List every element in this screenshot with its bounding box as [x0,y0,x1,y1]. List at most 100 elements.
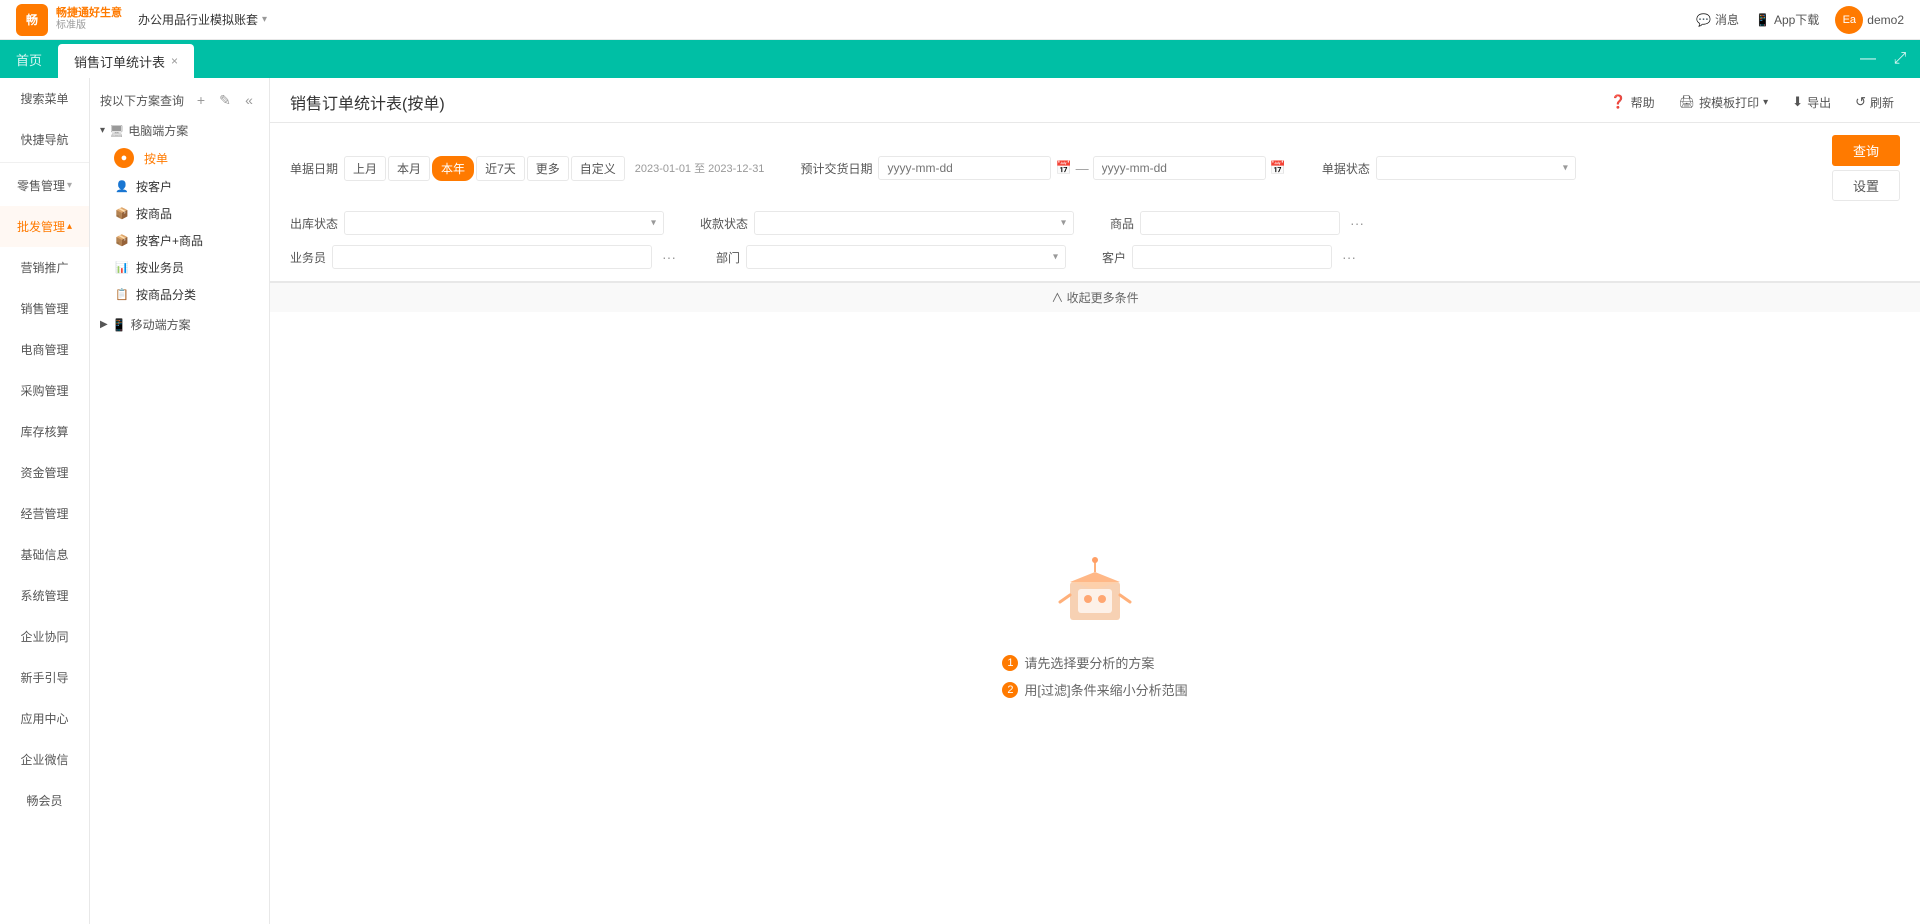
sidebar-search-label: 搜索菜单 [20,92,68,106]
sidebar-sales-label: 销售管理 [20,302,68,316]
template-print-arrow: ▾ [1763,97,1768,108]
scheme-item-by-cust-prod[interactable]: 📦 按客户+商品 [90,227,269,254]
payment-status-select-wrapper [754,211,1074,235]
goods-dots-btn[interactable]: ··· [1346,213,1368,233]
breadcrumb[interactable]: 办公用品行业模拟账套 ▾ [138,11,267,28]
date-to-input[interactable] [1093,156,1266,180]
template-print-label: 按模板打印 [1699,94,1759,111]
sidebar-item-inventory[interactable]: 库存核算 [0,411,89,452]
page-header: 销售订单统计表(按单) ❓ 帮助 🖨 按模板打印 ▾ ⬇ 导出 [270,78,1920,123]
scheme-item-by-order[interactable]: ● 按单 [90,143,269,173]
goods-input[interactable] [1140,211,1340,235]
sidebar-item-system[interactable]: 系统管理 [0,575,89,616]
tab-sales-order[interactable]: 销售订单统计表 × [58,44,194,78]
filter-goods-item: 商品 ··· [1110,211,1368,235]
app-title: 畅捷通好生意 [56,7,122,20]
top-bar-left: 畅 畅捷通好生意 标准版 办公用品行业模拟账套 ▾ [16,4,267,36]
customer-input[interactable] [1132,245,1332,269]
sidebar-purchase-label: 采购管理 [20,384,68,398]
date-btn-last-month[interactable]: 上月 [344,156,386,181]
message-label: 消息 [1715,11,1739,28]
sidebar-member-label: 畅会员 [26,794,62,808]
query-btn[interactable]: 查询 [1832,135,1900,166]
sidebar-item-ecommerce[interactable]: 电商管理 [0,329,89,370]
date-btn-more[interactable]: 更多 [527,156,569,181]
sidebar-item-newbie[interactable]: 新手引导 [0,657,89,698]
sidebar-item-quicknav[interactable]: 快捷导航 [0,119,89,160]
scheme-group-pc-header[interactable]: ▾ 🖥 电脑端方案 [90,118,269,143]
cal-from-icon[interactable]: 📅 [1055,160,1071,176]
collapse-bar[interactable]: ∧ 收起更多条件 [270,282,1920,312]
date-from-input[interactable] [878,156,1051,180]
scheme-item-by-category[interactable]: 📋 按商品分类 [90,281,269,308]
tab-home-label: 首页 [16,50,42,69]
refresh-btn[interactable]: ↺ 刷新 [1849,91,1900,114]
sidebar-item-enterprise[interactable]: 企业协同 [0,616,89,657]
scheme-customer-icon: 👤 [114,179,130,195]
empty-illustration [1045,537,1145,637]
out-status-label: 出库状态 [290,215,338,232]
filter-status-item: 单据状态 [1322,156,1576,180]
scheme-item-by-salesperson[interactable]: 📊 按业务员 [90,254,269,281]
scheme-add-btn[interactable]: + [191,90,211,110]
tip-num-1: 1 [1002,655,1018,671]
scheme-category-icon: 📋 [114,287,130,303]
filter-dept-item: 部门 [716,245,1066,269]
date-btn-this-month[interactable]: 本月 [388,156,430,181]
dept-select[interactable] [746,245,1066,269]
scheme-group-mobile-header[interactable]: ▶ 📱 移动端方案 [90,312,269,337]
payment-status-select[interactable] [754,211,1074,235]
sidebar-item-wechat[interactable]: 企业微信 [0,739,89,780]
sidebar-item-basic[interactable]: 基础信息 [0,534,89,575]
sidebar-apps-label: 应用中心 [20,712,68,726]
sidebar-item-sales[interactable]: 销售管理 [0,288,89,329]
sidebar-item-finance[interactable]: 资金管理 [0,452,89,493]
page-title: 销售订单统计表(按单) [290,90,445,114]
scheme-product-icon: 📦 [114,206,130,222]
expected-date-label: 预计交货日期 [800,160,872,177]
tab-expand-btn[interactable]: ⤢ [1888,47,1912,71]
payment-status-label: 收款状态 [700,215,748,232]
template-print-btn[interactable]: 🖨 按模板打印 ▾ [1673,91,1775,114]
date-btn-this-year[interactable]: 本年 [432,156,474,181]
scheme-edit-btn[interactable]: ✎ [215,90,235,110]
export-btn[interactable]: ⬇ 导出 [1786,91,1837,114]
tab-minimize-btn[interactable]: — [1856,47,1880,71]
date-separator: — [1076,161,1089,176]
help-btn[interactable]: ❓ 帮助 [1604,91,1660,114]
settings-btn[interactable]: 设置 [1832,170,1900,201]
export-icon: ⬇ [1792,94,1803,110]
status-select[interactable] [1376,156,1576,180]
scheme-add-icon: + [197,92,205,108]
sidebar-operations-label: 经营管理 [20,507,68,521]
scheme-collapse-btn[interactable]: « [239,90,259,110]
tab-close-icon[interactable]: × [171,54,178,68]
sidebar-item-purchase[interactable]: 采购管理 [0,370,89,411]
scheme-item-by-product[interactable]: 📦 按商品 [90,200,269,227]
date-btn-7days[interactable]: 近7天 [476,156,525,181]
filter-row-1: 单据日期 上月 本月 本年 近7天 更多 自定义 2023-01-01 至 20… [290,135,1900,201]
salesperson-input[interactable] [332,245,652,269]
scheme-item-by-customer[interactable]: 👤 按客户 [90,173,269,200]
sidebar-item-retail[interactable]: 零售管理 ▾ [0,165,89,206]
date-btn-custom[interactable]: 自定义 [571,156,625,181]
app-download-action[interactable]: 📱 App下载 [1755,11,1819,28]
sidebar-item-wholesale[interactable]: 批发管理 ▴ [0,206,89,247]
sidebar-item-marketing[interactable]: 营销推广 [0,247,89,288]
sidebar-item-apps[interactable]: 应用中心 [0,698,89,739]
sidebar-item-member[interactable]: 畅会员 [0,780,89,821]
customer-dots-btn[interactable]: ··· [1338,247,1360,267]
salesperson-dots-btn[interactable]: ··· [658,247,680,267]
filter-out-status-item: 出库状态 [290,211,664,235]
sidebar-item-search[interactable]: 搜索菜单 [0,78,89,119]
user-area[interactable]: Ea demo2 [1835,6,1904,34]
sidebar-system-label: 系统管理 [20,589,68,603]
message-action[interactable]: 💬 消息 [1696,11,1739,28]
sidebar-item-operations[interactable]: 经营管理 [0,493,89,534]
sidebar-inventory-label: 库存核算 [20,425,68,439]
filter-salesperson-item: 业务员 ··· [290,245,680,269]
cal-to-icon[interactable]: 📅 [1270,160,1286,176]
out-status-select[interactable] [344,211,664,235]
tab-home[interactable]: 首页 [0,40,58,78]
scheme-mobile-arrow-icon: ▶ [100,319,108,330]
